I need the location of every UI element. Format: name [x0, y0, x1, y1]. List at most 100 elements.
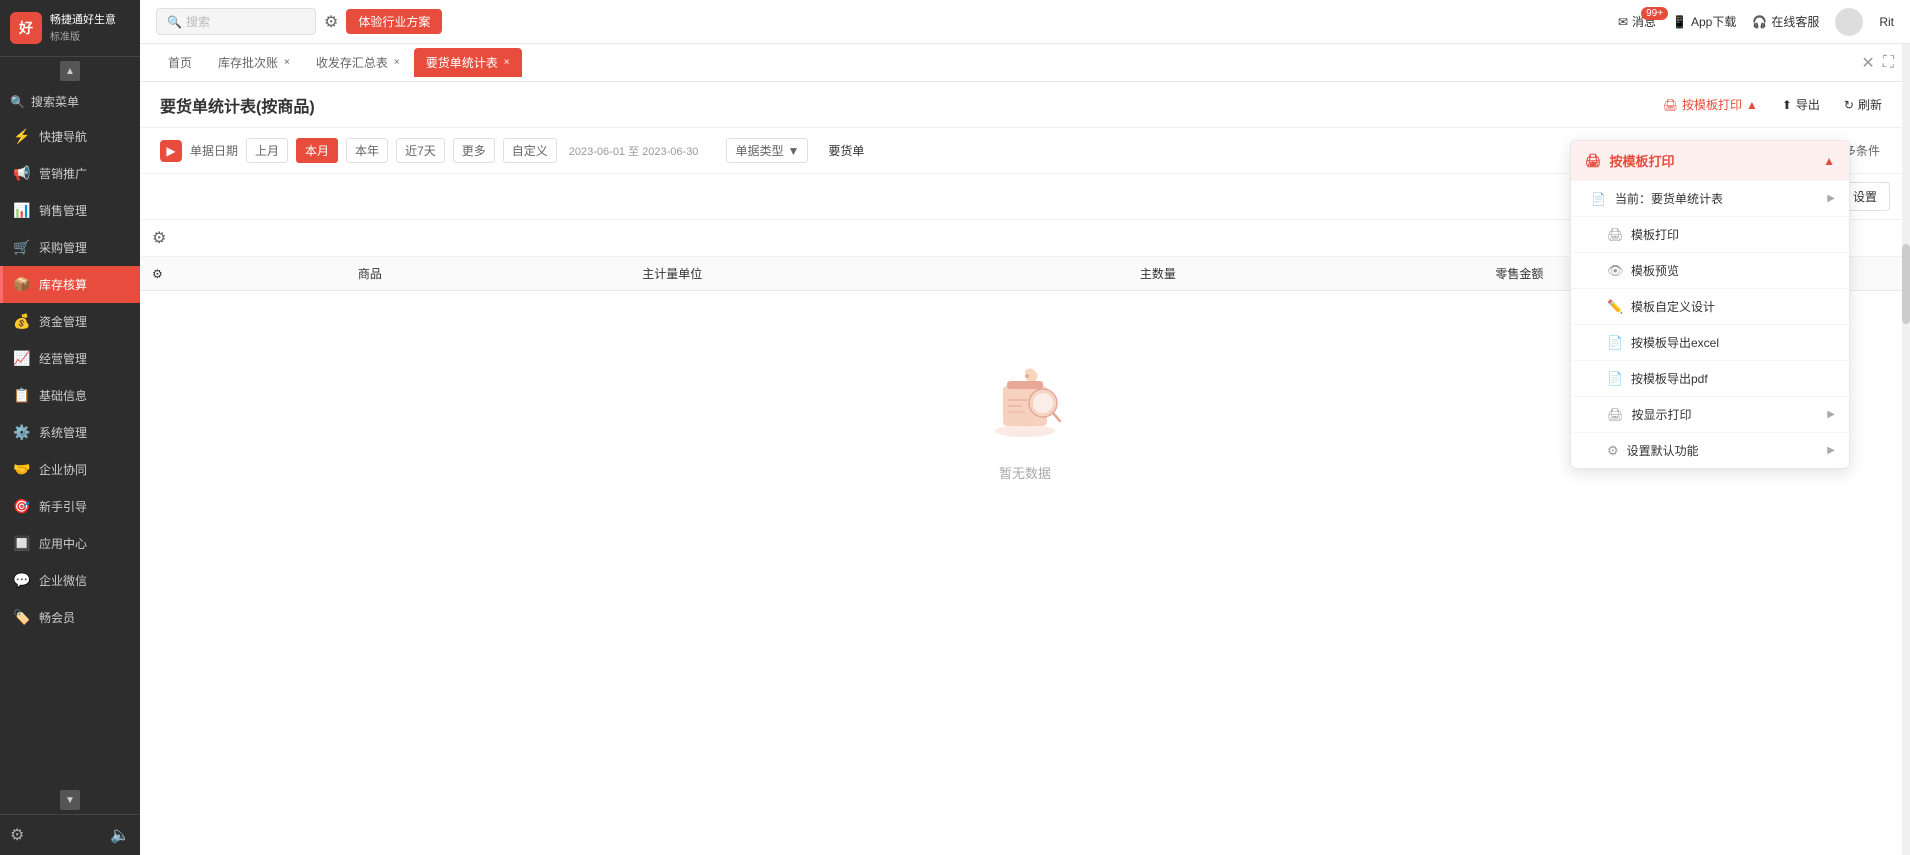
tab-receipt-summary-close[interactable]: × — [394, 57, 400, 68]
page-title: 要货单统计表(按商品) — [160, 93, 315, 117]
sidebar-item-label: 快捷导航 — [39, 128, 87, 145]
sidebar-item-wechat[interactable]: 💬 企业微信 — [0, 562, 140, 599]
type-select-label: 单据类型 — [735, 142, 783, 159]
app-name: 畅捷通好生意 — [50, 13, 116, 28]
sidebar-search[interactable]: 🔍 搜索菜单 — [0, 85, 140, 118]
message-icon: ✉ — [1618, 15, 1628, 29]
dropdown-set-default-left: ⚙ 设置默认功能 — [1607, 442, 1699, 459]
dropdown-set-default[interactable]: ⚙ 设置默认功能 ▶ — [1571, 432, 1849, 468]
date-range-label: 2023-06-01 至 2023-06-30 — [569, 143, 699, 159]
inventory-icon: 📦 — [13, 276, 31, 293]
dropdown-current-item[interactable]: 📄 当前：要货单统计表 ▶ — [1571, 180, 1849, 216]
user-avatar[interactable] — [1835, 8, 1863, 36]
print-dropdown-arrow: ▲ — [1746, 98, 1758, 112]
sidebar-item-purchase[interactable]: 🛒 采购管理 — [0, 229, 140, 266]
tab-requisition-stats[interactable]: 要货单统计表 × — [414, 48, 522, 77]
dropdown-template-export-excel[interactable]: 📄 按模板导出excel — [1571, 324, 1849, 360]
set-default-icon: ⚙ — [1607, 443, 1619, 459]
dropdown-collapse-arrow[interactable]: ▲ — [1823, 154, 1835, 168]
topbar-gear-icon[interactable]: ⚙ — [324, 12, 338, 32]
sidebar-item-system[interactable]: ⚙️ 系统管理 — [0, 414, 140, 451]
topbar-right: ✉ 消息 99+ 📱 App下载 🎧 在线客服 Rit — [1618, 8, 1894, 36]
template-print-icon: 🖨 — [1607, 227, 1623, 243]
app-logo-icon: 好 — [10, 12, 42, 44]
online-service-button[interactable]: 🎧 在线客服 — [1752, 13, 1819, 30]
table-settings-icon[interactable]: ⚙ — [152, 228, 166, 248]
sidebar-item-label: 销售管理 — [39, 202, 87, 219]
topbar-search-icon: 🔍 — [167, 15, 182, 29]
settings-footer-icon[interactable]: ⚙ — [10, 825, 24, 845]
tabs-actions: ✕ ⛶ — [1861, 53, 1894, 73]
sidebar-item-label: 基础信息 — [39, 387, 87, 404]
message-badge: 99+ — [1641, 7, 1668, 20]
date-btn-7days[interactable]: 近7天 — [396, 138, 445, 163]
template-export-excel-label: 按模板导出excel — [1631, 334, 1719, 351]
dropdown-template-print[interactable]: 🖨 模板打印 — [1571, 216, 1849, 252]
tab-receipt-summary-label: 收发存汇总表 — [316, 54, 388, 71]
sidebar-item-sales[interactable]: 📊 销售管理 — [0, 192, 140, 229]
tab-requisition-stats-close[interactable]: × — [504, 57, 510, 68]
sidebar-item-collab[interactable]: 🤝 企业协同 — [0, 451, 140, 488]
sidebar-item-newbie[interactable]: 🎯 新手引导 — [0, 488, 140, 525]
username-label[interactable]: Rit — [1879, 15, 1894, 29]
sidebar-logo: 好 畅捷通好生意 标准版 — [0, 0, 140, 57]
newbie-icon: 🎯 — [13, 498, 31, 515]
collab-icon: 🤝 — [13, 461, 31, 478]
speaker-footer-icon[interactable]: 🔈 — [110, 825, 130, 845]
filter-collapse-arrow[interactable]: ▶ — [160, 140, 182, 162]
dropdown-template-preview[interactable]: 👁 模板预览 — [1571, 252, 1849, 288]
sidebar-item-basic[interactable]: 📋 基础信息 — [0, 377, 140, 414]
topbar-search-box[interactable]: 🔍 搜索 — [156, 8, 316, 35]
tab-home[interactable]: 首页 — [156, 48, 204, 77]
template-custom-icon: ✏️ — [1607, 299, 1623, 315]
sidebar-item-appstore[interactable]: 🔲 应用中心 — [0, 525, 140, 562]
date-btn-last-month[interactable]: 上月 — [246, 138, 288, 163]
dropdown-template-export-pdf[interactable]: 📄 按模板导出pdf — [1571, 360, 1849, 396]
dropdown-header[interactable]: 🖨 按模板打印 ▲ — [1571, 141, 1849, 180]
type-select[interactable]: 单据类型 ▼ — [726, 138, 808, 163]
basic-icon: 📋 — [13, 387, 31, 404]
sidebar-item-finance[interactable]: 💰 资金管理 — [0, 303, 140, 340]
sidebar-scroll-up[interactable]: ▲ — [60, 61, 80, 81]
sidebar-scroll-down[interactable]: ▼ — [60, 790, 80, 810]
dropdown-display-print-left: 🖨 按显示打印 — [1607, 406, 1692, 423]
set-default-label: 设置默认功能 — [1627, 442, 1699, 459]
dropdown-template-custom[interactable]: ✏️ 模板自定义设计 — [1571, 288, 1849, 324]
message-button[interactable]: ✉ 消息 99+ — [1618, 13, 1656, 30]
refresh-button[interactable]: ↻ 刷新 — [1836, 92, 1890, 117]
sidebar-item-member[interactable]: 🏷️ 畅会员 — [0, 599, 140, 636]
tab-batch-account[interactable]: 库存批次账 × — [206, 48, 302, 77]
export-button[interactable]: ⬆ 导出 — [1774, 92, 1828, 117]
sidebar-item-label: 库存核算 — [39, 276, 87, 293]
print-button[interactable]: 🖨 按模板打印 ▲ — [1655, 92, 1766, 117]
col-settings[interactable]: ⚙ — [140, 257, 346, 291]
scrollbar-thumb[interactable] — [1902, 244, 1910, 324]
template-export-pdf-icon: 📄 — [1607, 371, 1623, 387]
topbar: 🔍 搜索 ⚙ 体验行业方案 ✉ 消息 99+ 📱 App下载 🎧 在线客服 Ri… — [140, 0, 1910, 44]
sidebar-item-label: 企业微信 — [39, 572, 87, 589]
date-btn-this-year[interactable]: 本年 — [346, 138, 388, 163]
sidebar-item-marketing[interactable]: 📢 营销推广 — [0, 155, 140, 192]
topbar-search-placeholder: 搜索 — [186, 13, 210, 30]
dropdown-display-print[interactable]: 🖨 按显示打印 ▶ — [1571, 396, 1849, 432]
tabs-close-all-icon[interactable]: ✕ — [1861, 53, 1874, 73]
sidebar-item-label: 采购管理 — [39, 239, 87, 256]
date-btn-this-month[interactable]: 本月 — [296, 138, 338, 163]
template-export-pdf-label: 按模板导出pdf — [1631, 370, 1708, 387]
tab-receipt-summary[interactable]: 收发存汇总表 × — [304, 48, 412, 77]
print-dropdown-panel: 🖨 按模板打印 ▲ 📄 当前：要货单统计表 ▶ 🖨 模板打印 👁 模板预览 ✏️… — [1570, 140, 1850, 469]
app-download-button[interactable]: 📱 App下载 — [1672, 13, 1736, 30]
trial-button[interactable]: 体验行业方案 — [346, 9, 442, 34]
sidebar-item-label: 系统管理 — [39, 424, 87, 441]
date-btn-more[interactable]: 更多 — [453, 138, 495, 163]
sidebar-item-label: 企业协同 — [39, 461, 87, 478]
system-icon: ⚙️ — [13, 424, 31, 441]
tabs-expand-icon[interactable]: ⛶ — [1883, 54, 1894, 72]
dropdown-current-arrow: ▶ — [1827, 193, 1835, 204]
date-btn-custom[interactable]: 自定义 — [503, 138, 557, 163]
tab-batch-account-close[interactable]: × — [284, 57, 290, 68]
sidebar-item-inventory[interactable]: 📦 库存核算 — [0, 266, 140, 303]
display-print-icon: 🖨 — [1607, 407, 1624, 423]
sidebar-item-quick-nav[interactable]: ⚡ 快捷导航 — [0, 118, 140, 155]
sidebar-item-operation[interactable]: 📈 经营管理 — [0, 340, 140, 377]
